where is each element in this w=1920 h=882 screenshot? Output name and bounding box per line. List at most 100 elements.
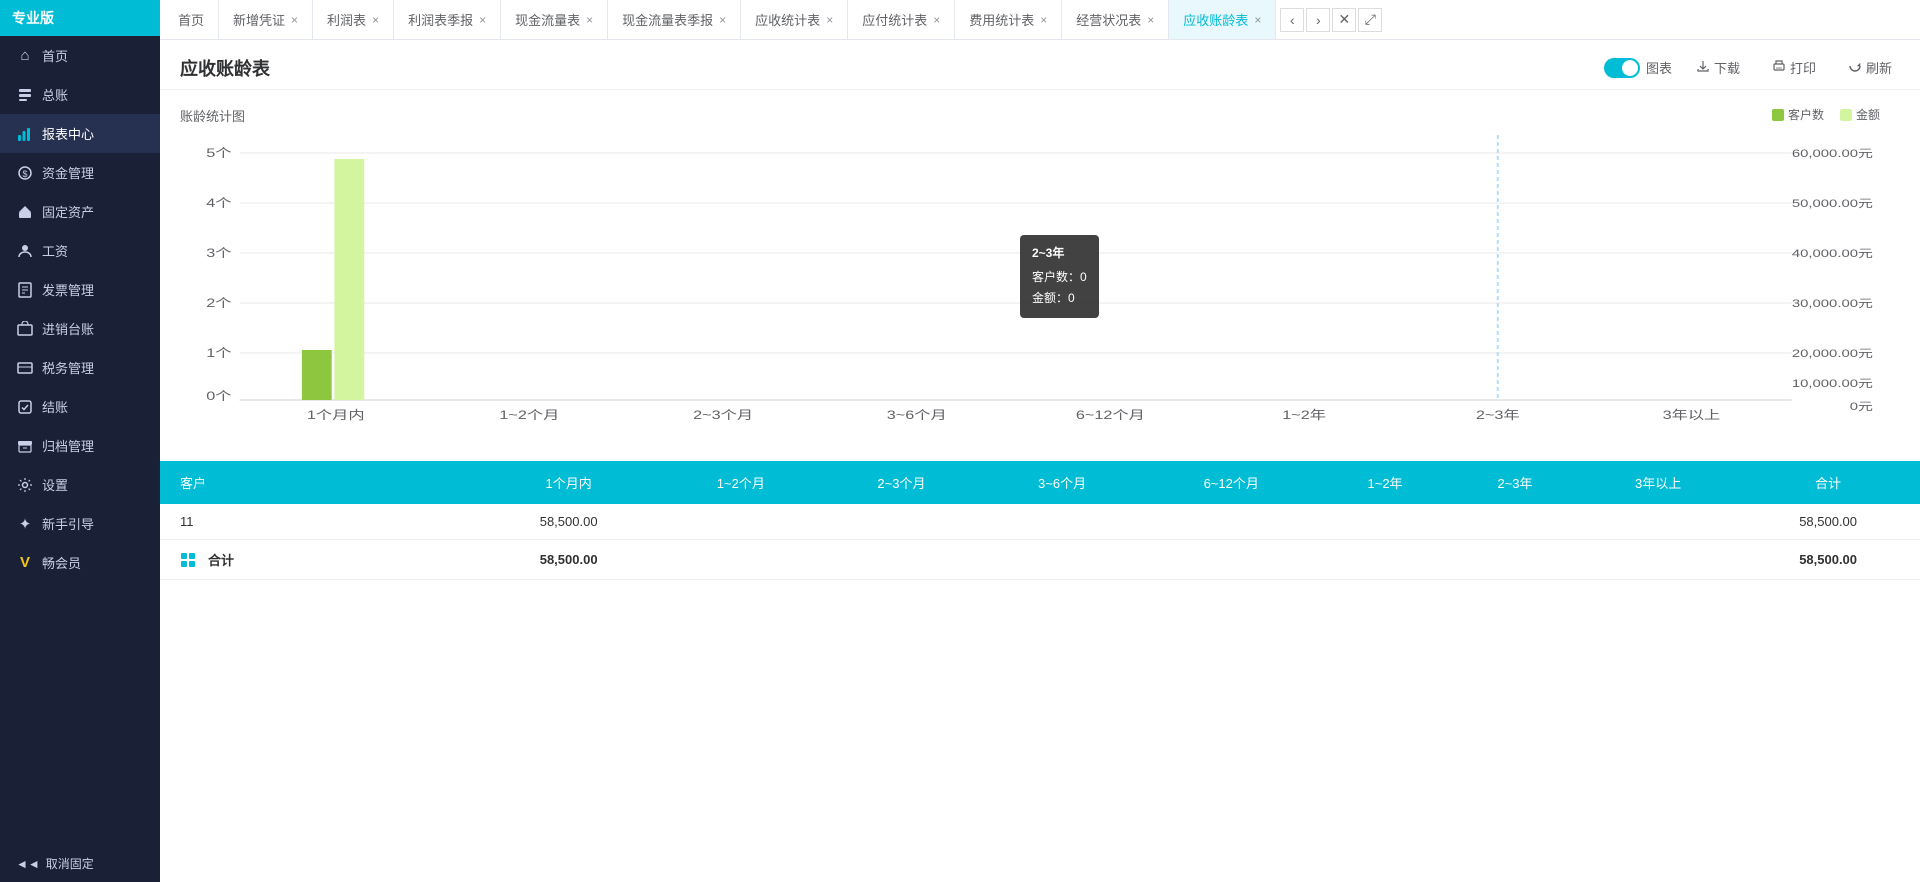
tabs-prev-button[interactable]: ‹ (1280, 8, 1304, 32)
print-button[interactable]: 打印 (1764, 54, 1824, 81)
sidebar-item-tax[interactable]: 税务管理 (0, 348, 160, 387)
toggle-switch[interactable] (1604, 58, 1640, 78)
svg-text:50,000.00元: 50,000.00元 (1792, 197, 1873, 210)
tab-expense-stats[interactable]: 费用统计表 × (955, 0, 1062, 40)
tab-close-icon[interactable]: × (1254, 13, 1261, 27)
svg-text:3年以上: 3年以上 (1663, 408, 1721, 422)
salary-icon (16, 242, 34, 260)
sidebar-item-ledger[interactable]: 总账 (0, 75, 160, 114)
tab-ar-aging[interactable]: 应收账龄表 × (1169, 0, 1276, 40)
table-header-row: 客户 1个月内 1~2个月 2~3个月 3~6个月 6~12个月 1~2年 2~… (160, 461, 1920, 504)
legend-dot-amount (1840, 109, 1852, 121)
sidebar-item-label: 首页 (42, 46, 68, 65)
sidebar-item-label: 结账 (42, 397, 68, 416)
sidebar-item-asset[interactable]: 固定资产 (0, 192, 160, 231)
tab-label: 利润表 (327, 10, 366, 29)
col-header-1-2y: 1~2年 (1320, 461, 1450, 504)
col-header-3-6m: 3~6个月 (982, 461, 1143, 504)
tab-close-icon[interactable]: × (586, 13, 593, 27)
sidebar-item-invoice[interactable]: 发票管理 (0, 270, 160, 309)
sidebar-item-label: 总账 (42, 85, 68, 104)
report-icon (16, 125, 34, 143)
sidebar-item-archive[interactable]: 归档管理 (0, 426, 160, 465)
tabs-next-button[interactable]: › (1306, 8, 1330, 32)
svg-text:2~3年: 2~3年 (1476, 408, 1520, 422)
svg-text:40,000.00元: 40,000.00元 (1792, 247, 1873, 260)
tab-cashflow-quarter[interactable]: 现金流量表季报 × (608, 0, 741, 40)
tab-ap-stats[interactable]: 应付统计表 × (848, 0, 955, 40)
sidebar-item-label: 设置 (42, 475, 68, 494)
sidebar-item-inventory[interactable]: 进销台账 (0, 309, 160, 348)
settle-icon (16, 398, 34, 416)
cell-2-3m (821, 504, 982, 540)
sidebar-item-label: 进销台账 (42, 319, 94, 338)
sidebar-item-fund[interactable]: $ 资金管理 (0, 153, 160, 192)
sidebar-item-label: 发票管理 (42, 280, 94, 299)
totals-total: 58,500.00 (1736, 540, 1920, 580)
tab-close-icon[interactable]: × (372, 13, 379, 27)
chart-legend: 客户数 金额 (1772, 106, 1880, 123)
tab-label: 现金流量表 (515, 10, 580, 29)
sidebar-item-label: 报表中心 (42, 124, 94, 143)
tab-close-icon[interactable]: × (1040, 13, 1047, 27)
member-icon: V (16, 554, 34, 572)
totals-3-6m (982, 540, 1143, 580)
tabs-close-button[interactable]: ✕ (1332, 8, 1356, 32)
tab-close-icon[interactable]: × (933, 13, 940, 27)
tab-profit[interactable]: 利润表 × (313, 0, 394, 40)
sidebar-item-label: 新手引导 (42, 514, 94, 533)
collapse-icon: ◄◄ (16, 857, 40, 871)
sidebar-item-settings[interactable]: 设置 (0, 465, 160, 504)
sidebar-item-home[interactable]: ⌂ 首页 (0, 36, 160, 75)
download-button[interactable]: 下载 (1688, 54, 1748, 81)
cell-1-2m (661, 504, 822, 540)
tab-ops-status[interactable]: 经营状况表 × (1062, 0, 1169, 40)
sidebar-item-label: 税务管理 (42, 358, 94, 377)
sidebar-item-salary[interactable]: 工资 (0, 231, 160, 270)
col-header-3yplus: 3年以上 (1580, 461, 1736, 504)
tab-close-icon[interactable]: × (291, 13, 298, 27)
col-header-1m: 1个月内 (477, 461, 661, 504)
cell-1m: 58,500.00 (477, 504, 661, 540)
cell-6-12m (1142, 504, 1320, 540)
sidebar-item-report[interactable]: 报表中心 (0, 114, 160, 153)
cell-2-3y (1450, 504, 1580, 540)
svg-text:1个: 1个 (206, 346, 231, 360)
col-header-2-3y: 2~3年 (1450, 461, 1580, 504)
cell-total: 58,500.00 (1736, 504, 1920, 540)
sidebar-item-settle[interactable]: 结账 (0, 387, 160, 426)
download-label: 下载 (1714, 58, 1740, 77)
tab-close-icon[interactable]: × (1147, 13, 1154, 27)
asset-icon (16, 203, 34, 221)
sidebar-item-member[interactable]: V 畅会员 (0, 543, 160, 582)
totals-1-2m (661, 540, 822, 580)
table-row: 11 58,500.00 58,500.00 (160, 504, 1920, 540)
gear-icon (16, 476, 34, 494)
archive-icon (16, 437, 34, 455)
inventory-icon (16, 320, 34, 338)
collapse-button[interactable]: ◄◄ 取消固定 (0, 845, 160, 882)
tab-close-icon[interactable]: × (479, 13, 486, 27)
cell-3yplus (1580, 504, 1736, 540)
sidebar-item-label: 归档管理 (42, 436, 94, 455)
totals-6-12m (1142, 540, 1320, 580)
chart-container: 5个 4个 3个 2个 1个 0个 60,000.00元 50,000.00元 … (180, 135, 1900, 445)
invoice-icon (16, 281, 34, 299)
tab-new-voucher[interactable]: 新增凭证 × (219, 0, 313, 40)
svg-text:0元: 0元 (1850, 400, 1873, 413)
chart-toggle[interactable]: 图表 (1604, 58, 1672, 78)
home-icon: ⌂ (16, 47, 34, 65)
tab-ar-stats[interactable]: 应收统计表 × (741, 0, 848, 40)
refresh-button[interactable]: 刷新 (1840, 54, 1900, 81)
tabs-expand-button[interactable]: ⤢ (1358, 8, 1382, 32)
sidebar-item-guide[interactable]: ✦ 新手引导 (0, 504, 160, 543)
chart-svg: 5个 4个 3个 2个 1个 0个 60,000.00元 50,000.00元 … (180, 135, 1900, 445)
tab-close-icon[interactable]: × (826, 13, 833, 27)
tab-home[interactable]: 首页 (164, 0, 219, 40)
collapse-label: 取消固定 (46, 855, 94, 872)
tab-cashflow[interactable]: 现金流量表 × (501, 0, 608, 40)
svg-text:10,000.00元: 10,000.00元 (1792, 377, 1873, 390)
tab-close-icon[interactable]: × (719, 13, 726, 27)
totals-text: 合计 (208, 550, 234, 569)
tab-profit-quarter[interactable]: 利润表季报 × (394, 0, 501, 40)
